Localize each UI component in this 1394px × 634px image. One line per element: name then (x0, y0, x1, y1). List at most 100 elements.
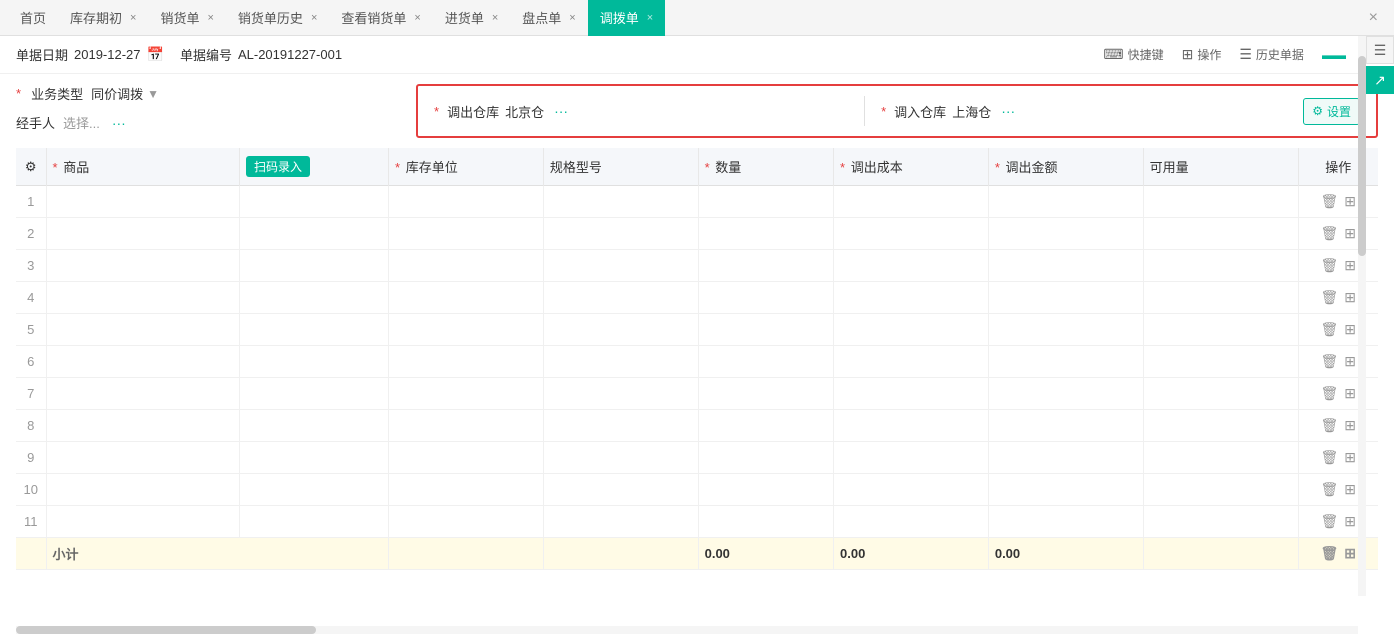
row-available[interactable] (1143, 282, 1298, 314)
layout-btn1[interactable]: ▬▬ (1318, 46, 1350, 64)
row-amount[interactable] (988, 378, 1143, 410)
row-cost[interactable] (834, 218, 989, 250)
row-qty[interactable] (698, 410, 833, 442)
tab-stocktake-close[interactable]: × (569, 12, 575, 24)
row-cost[interactable] (834, 250, 989, 282)
copy-icon[interactable]: ⊞ (1344, 513, 1356, 530)
business-type-arrow[interactable]: ▼ (147, 87, 159, 101)
handler-more-btn[interactable]: ··· (108, 115, 130, 131)
tab-inventory-init-close[interactable]: × (130, 12, 136, 24)
row-cost[interactable] (834, 314, 989, 346)
row-product[interactable] (46, 218, 240, 250)
row-amount[interactable] (988, 346, 1143, 378)
row-qty[interactable] (698, 250, 833, 282)
delete-icon[interactable]: 🗑 (1320, 289, 1338, 306)
window-close-button[interactable]: × (1361, 9, 1386, 27)
row-product[interactable] (46, 474, 240, 506)
row-product[interactable] (46, 506, 240, 538)
row-unit[interactable] (389, 442, 544, 474)
row-cost[interactable] (834, 442, 989, 474)
row-cost[interactable] (834, 282, 989, 314)
row-spec[interactable] (543, 442, 698, 474)
shortcut-btn[interactable]: ⌨ 快捷键 (1099, 44, 1167, 65)
calendar-icon[interactable]: 📅 (147, 46, 164, 63)
copy-icon[interactable]: ⊞ (1344, 321, 1356, 338)
row-available[interactable] (1143, 314, 1298, 346)
row-unit[interactable] (389, 378, 544, 410)
operation-btn[interactable]: ⊞ 操作 (1178, 44, 1226, 65)
history-btn[interactable]: ☰ 历史单据 (1235, 44, 1308, 65)
tab-home[interactable]: 首页 (8, 0, 58, 36)
row-product[interactable] (46, 314, 240, 346)
scrollbar-thumb[interactable] (1358, 56, 1366, 256)
sidebar-list-btn[interactable]: ☰ (1366, 36, 1394, 64)
bottom-scrollbar-thumb[interactable] (16, 626, 316, 634)
copy-icon[interactable]: ⊞ (1344, 417, 1356, 434)
row-available[interactable] (1143, 346, 1298, 378)
row-available[interactable] (1143, 506, 1298, 538)
tab-sales-order[interactable]: 销货单 × (148, 0, 225, 36)
row-unit[interactable] (389, 506, 544, 538)
row-qty[interactable] (698, 378, 833, 410)
row-amount[interactable] (988, 282, 1143, 314)
row-qty[interactable] (698, 314, 833, 346)
column-settings-icon[interactable]: ⚙ (25, 159, 37, 174)
tab-sales-order-close[interactable]: × (207, 12, 213, 24)
transfer-out-more-btn[interactable]: ··· (550, 103, 572, 119)
scan-button[interactable]: 扫码录入 (246, 156, 310, 177)
row-unit[interactable] (389, 346, 544, 378)
handler-placeholder[interactable]: 选择... (63, 113, 100, 132)
row-unit[interactable] (389, 282, 544, 314)
row-unit[interactable] (389, 218, 544, 250)
row-qty[interactable] (698, 506, 833, 538)
tab-view-sales-close[interactable]: × (414, 12, 420, 24)
bottom-scrollbar[interactable] (16, 626, 1358, 634)
row-spec[interactable] (543, 474, 698, 506)
row-spec[interactable] (543, 218, 698, 250)
copy-icon[interactable]: ⊞ (1344, 481, 1356, 498)
row-qty[interactable] (698, 474, 833, 506)
row-available[interactable] (1143, 378, 1298, 410)
row-spec[interactable] (543, 346, 698, 378)
row-amount[interactable] (988, 186, 1143, 218)
row-qty[interactable] (698, 282, 833, 314)
row-cost[interactable] (834, 474, 989, 506)
row-unit[interactable] (389, 410, 544, 442)
row-spec[interactable] (543, 410, 698, 442)
row-amount[interactable] (988, 410, 1143, 442)
tab-purchase[interactable]: 进货单 × (433, 0, 510, 36)
row-product[interactable] (46, 346, 240, 378)
subtotal-delete-icon[interactable]: 🗑 (1320, 545, 1338, 562)
row-qty[interactable] (698, 346, 833, 378)
row-product[interactable] (46, 410, 240, 442)
copy-icon[interactable]: ⊞ (1344, 225, 1356, 242)
row-available[interactable] (1143, 410, 1298, 442)
row-cost[interactable] (834, 346, 989, 378)
row-unit[interactable] (389, 250, 544, 282)
tab-purchase-close[interactable]: × (492, 12, 498, 24)
row-cost[interactable] (834, 506, 989, 538)
row-spec[interactable] (543, 506, 698, 538)
row-unit[interactable] (389, 314, 544, 346)
copy-icon[interactable]: ⊞ (1344, 449, 1356, 466)
copy-icon[interactable]: ⊞ (1344, 353, 1356, 370)
row-product[interactable] (46, 250, 240, 282)
copy-icon[interactable]: ⊞ (1344, 193, 1356, 210)
row-product[interactable] (46, 378, 240, 410)
row-product[interactable] (46, 282, 240, 314)
row-available[interactable] (1143, 186, 1298, 218)
row-amount[interactable] (988, 506, 1143, 538)
th-settings[interactable]: ⚙ (16, 148, 46, 186)
row-cost[interactable] (834, 378, 989, 410)
business-type-select[interactable]: 同价调拨 ▼ (91, 84, 271, 103)
row-product[interactable] (46, 442, 240, 474)
delete-icon[interactable]: 🗑 (1320, 321, 1338, 338)
row-spec[interactable] (543, 314, 698, 346)
settings-button[interactable]: ⚙ 设置 (1303, 98, 1360, 125)
row-amount[interactable] (988, 250, 1143, 282)
row-amount[interactable] (988, 218, 1143, 250)
delete-icon[interactable]: 🗑 (1320, 193, 1338, 210)
row-qty[interactable] (698, 218, 833, 250)
delete-icon[interactable]: 🗑 (1320, 449, 1338, 466)
tab-transfer-close[interactable]: × (647, 12, 653, 24)
